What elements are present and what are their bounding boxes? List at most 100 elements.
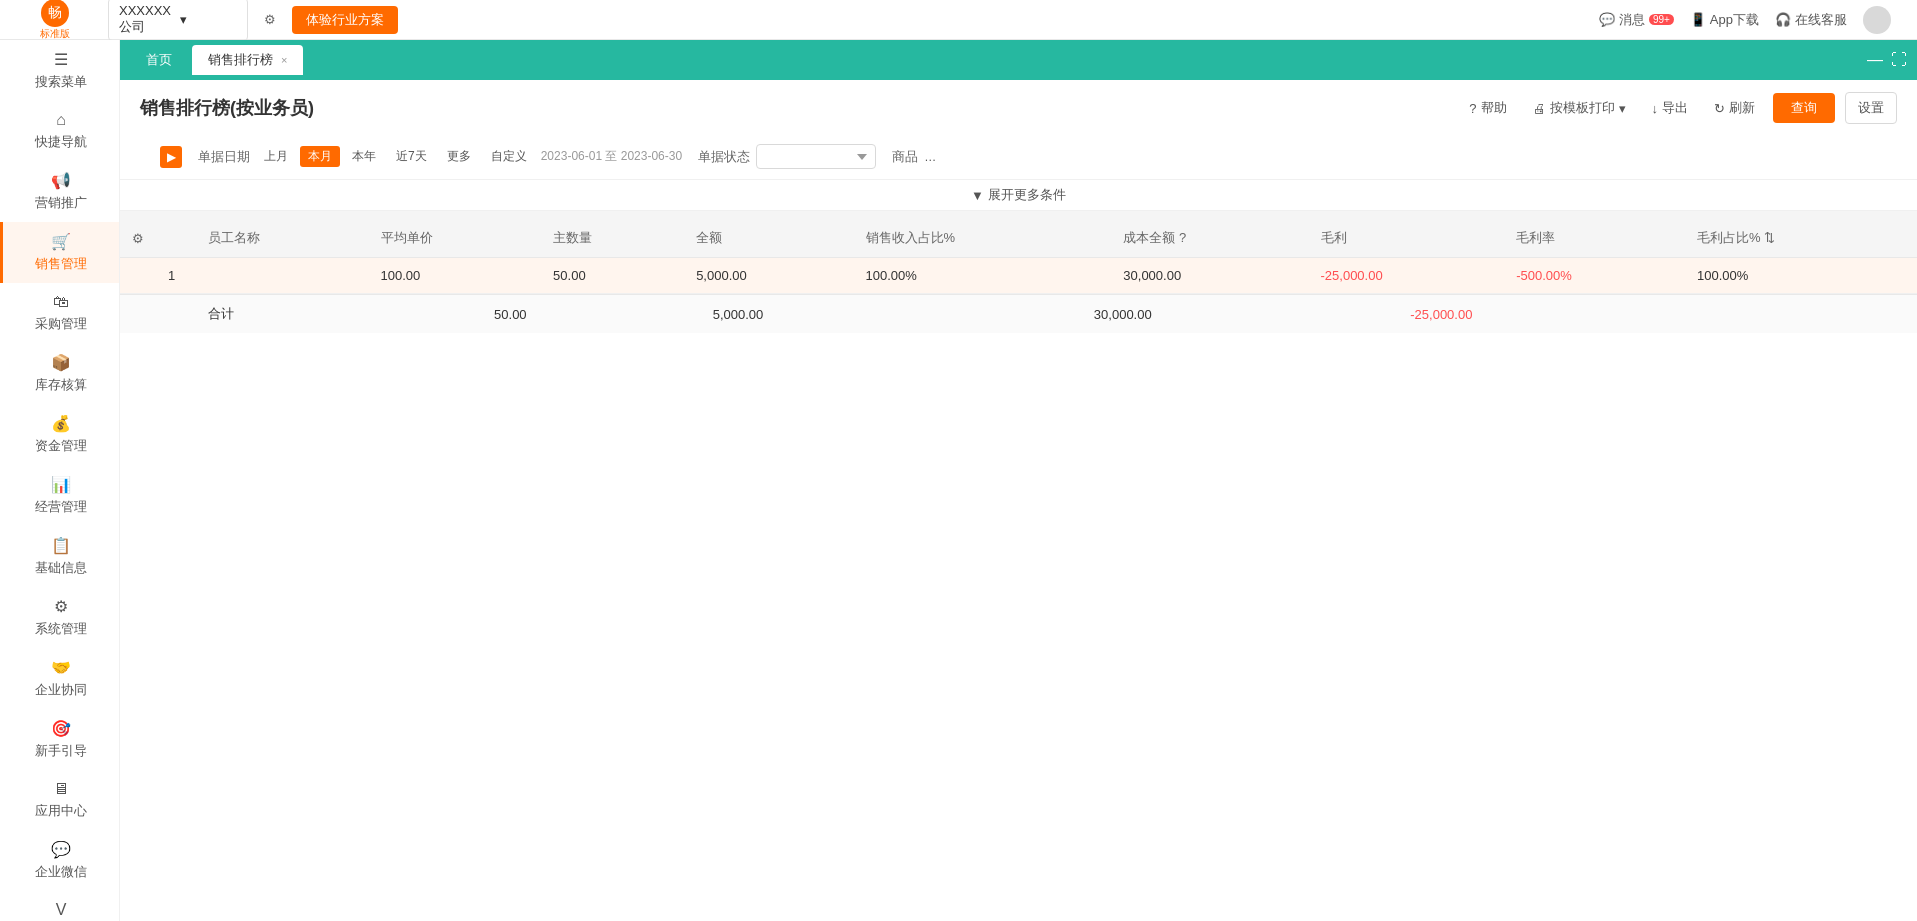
trial-button[interactable]: 体验行业方案 [292, 6, 398, 34]
online-support-button[interactable]: 🎧 在线客服 [1775, 11, 1847, 29]
sidebar-item-wechat[interactable]: 💬 企业微信 [0, 830, 119, 891]
tab-label: 销售排行榜 [208, 51, 273, 69]
sidebar-label-sales: 销售管理 [35, 255, 87, 273]
date-tab-current-month[interactable]: 本月 [300, 146, 340, 167]
page-title-row: 销售排行榜(按业务员) ? 帮助 🖨 按模板打印 ▾ ↓ [140, 92, 1897, 124]
content-area: 首页 销售排行榜 × — ⛶ 销售排行榜(按业务员) ? 帮助 [120, 40, 1917, 921]
footer-cell-cost: 30,000.00 [1082, 295, 1398, 334]
query-button[interactable]: 查询 [1773, 93, 1835, 123]
goods-more-icon[interactable]: … [924, 150, 936, 164]
col-name: 员工名称 [196, 219, 369, 258]
refresh-button[interactable]: ↻ 刷新 [1706, 95, 1763, 121]
cell-rank: 1 [156, 258, 196, 294]
status-filter-label: 单据状态 [698, 148, 750, 166]
sidebar-label-system: 系统管理 [35, 620, 87, 638]
sidebar-item-system[interactable]: ⚙ 系统管理 [0, 587, 119, 648]
main-layout: ☰ 搜索菜单 ⌂ 快捷导航 📢 营销推广 🛒 销售管理 🛍 采购管理 📦 库存核… [0, 40, 1917, 921]
col-cost: 成本全额 ? [1111, 219, 1308, 258]
company-name: XXXXXX公司 [119, 3, 176, 36]
sidebar-item-corp[interactable]: 🤝 企业协同 [0, 648, 119, 709]
message-label: 消息 [1619, 11, 1645, 29]
guide-icon: 🎯 [51, 719, 71, 738]
home-icon: ⌂ [56, 111, 66, 129]
cell-settings [120, 258, 156, 294]
support-label: 在线客服 [1795, 11, 1847, 29]
inventory-icon: 📦 [51, 353, 71, 372]
col-gross: 毛利 [1309, 219, 1505, 258]
sidebar-label-inventory: 库存核算 [35, 376, 87, 394]
sidebar-item-search[interactable]: ☰ 搜索菜单 [0, 40, 119, 101]
sidebar-label-search: 搜索菜单 [35, 73, 87, 91]
cost-info-icon[interactable]: ? [1179, 230, 1186, 245]
footer-cell-margin-pct [1824, 295, 1917, 334]
page-header: 销售排行榜(按业务员) ? 帮助 🖨 按模板打印 ▾ ↓ [120, 80, 1917, 180]
sidebar-item-inventory[interactable]: 📦 库存核算 [0, 343, 119, 404]
column-settings-icon[interactable]: ⚙ [132, 231, 144, 246]
help-button[interactable]: ? 帮助 [1461, 95, 1514, 121]
sidebar-item-marketing[interactable]: 📢 营销推广 [0, 161, 119, 222]
app-label: App下载 [1710, 11, 1759, 29]
tab-sales-ranking[interactable]: 销售排行榜 × [192, 45, 303, 75]
date-tab-more[interactable]: 更多 [439, 146, 479, 167]
message-button[interactable]: 💬 消息 99+ [1599, 11, 1674, 29]
print-chevron-icon: ▾ [1619, 101, 1626, 116]
data-table: ⚙ 员工名称 平均单价 主数量 全额 销售收入占比% 成本全额 ? 毛利 毛利率… [120, 219, 1917, 294]
cell-margin-pct: 100.00% [1685, 258, 1917, 294]
data-table-container: ⚙ 员工名称 平均单价 主数量 全额 销售收入占比% 成本全额 ? 毛利 毛利率… [120, 219, 1917, 921]
date-tab-custom[interactable]: 自定义 [483, 146, 535, 167]
status-filter-group: 单据状态 [698, 144, 876, 169]
tab-home[interactable]: 首页 [130, 45, 188, 75]
apps-icon: 🖥 [53, 780, 69, 798]
app-icon: 📱 [1690, 12, 1706, 27]
sidebar-item-member[interactable]: V 畅会员 [0, 891, 119, 921]
sidebar-label-guide: 新手引导 [35, 742, 87, 760]
sidebar-label-corp: 企业协同 [35, 681, 87, 699]
col-settings[interactable]: ⚙ [120, 219, 156, 258]
footer-cell-rank [156, 295, 196, 334]
col-margin-pct: 毛利占比% ⇅ [1685, 219, 1917, 258]
tab-close-icon[interactable]: × [281, 54, 287, 66]
expand-conditions-button[interactable]: ▼ 展开更多条件 [971, 186, 1066, 204]
settings-button[interactable]: 设置 [1845, 92, 1897, 124]
minimize-icon[interactable]: — [1867, 51, 1883, 69]
date-tab-prev-month[interactable]: 上月 [256, 146, 296, 167]
table-body: 1 100.00 50.00 5,000.00 100.00% 30,000.0… [120, 258, 1917, 294]
system-icon: ⚙ [54, 597, 68, 616]
sidebar-item-operation[interactable]: 📊 经营管理 [0, 465, 119, 526]
margin-sort-icon[interactable]: ⇅ [1764, 230, 1775, 245]
print-button[interactable]: 🖨 按模板打印 ▾ [1525, 95, 1634, 121]
expand-icon: ▼ [971, 188, 984, 203]
logo: 畅 标准版 [10, 0, 100, 41]
footer-table: 合计 50.00 5,000.00 30,000.00 -25,000.00 [120, 294, 1917, 333]
footer-cell-qty: 50.00 [482, 295, 701, 334]
maximize-icon[interactable]: ⛶ [1891, 51, 1907, 69]
expand-label: 展开更多条件 [988, 186, 1066, 204]
settings-icon[interactable]: ⚙ [256, 6, 284, 34]
status-select[interactable] [756, 144, 876, 169]
filter-toggle-button[interactable]: ▶ [160, 146, 182, 168]
sidebar-item-quick[interactable]: ⌂ 快捷导航 [0, 101, 119, 161]
sidebar-label-purchase: 采购管理 [35, 315, 87, 333]
date-tab-7days[interactable]: 近7天 [388, 146, 435, 167]
col-sales-pct: 销售收入占比% [854, 219, 1112, 258]
sidebar-item-finance[interactable]: 💰 资金管理 [0, 404, 119, 465]
sidebar-item-sales[interactable]: 🛒 销售管理 [0, 222, 119, 283]
date-tab-current-year[interactable]: 本年 [344, 146, 384, 167]
sidebar-item-apps[interactable]: 🖥 应用中心 [0, 770, 119, 830]
sidebar-item-purchase[interactable]: 🛍 采购管理 [0, 283, 119, 343]
print-icon: 🖨 [1533, 101, 1546, 116]
page-actions: ? 帮助 🖨 按模板打印 ▾ ↓ 导出 ↻ [1461, 92, 1897, 124]
logo-text: 标准版 [40, 27, 70, 41]
footer-cell-gross: -25,000.00 [1398, 295, 1731, 334]
footer-cell-settings [120, 295, 156, 334]
sidebar-label-apps: 应用中心 [35, 802, 87, 820]
help-icon: ? [1469, 101, 1476, 116]
date-range-display: 2023-06-01 至 2023-06-30 [541, 148, 682, 165]
sidebar-item-guide[interactable]: 🎯 新手引导 [0, 709, 119, 770]
sidebar-item-basic[interactable]: 📋 基础信息 [0, 526, 119, 587]
export-button[interactable]: ↓ 导出 [1644, 95, 1697, 121]
sidebar-label-marketing: 营销推广 [35, 194, 87, 212]
app-download-button[interactable]: 📱 App下载 [1690, 11, 1759, 29]
company-selector[interactable]: XXXXXX公司 ▾ [108, 0, 248, 41]
cell-amount: 5,000.00 [684, 258, 853, 294]
